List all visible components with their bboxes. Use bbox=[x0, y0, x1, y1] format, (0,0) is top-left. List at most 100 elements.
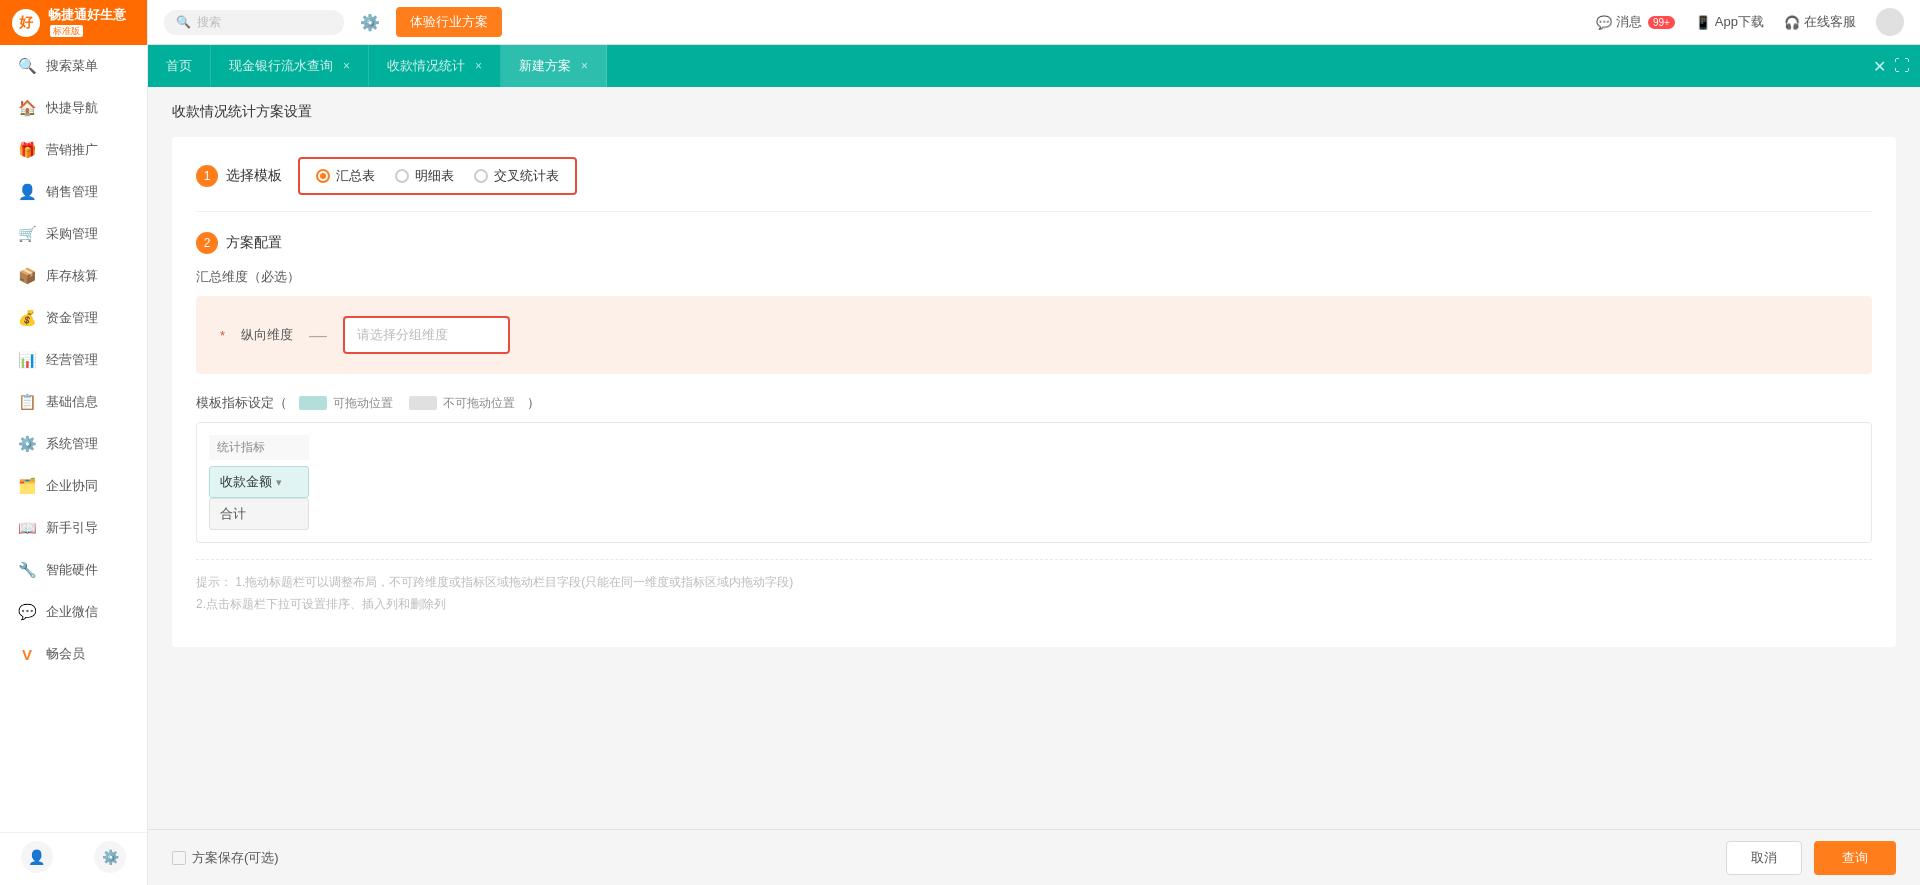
sidebar-item-label: 快捷导航 bbox=[46, 99, 98, 117]
metrics-area: 统计指标 收款金额 ▾ 合计 bbox=[196, 422, 1872, 543]
clipboard-icon: 📋 bbox=[18, 393, 36, 411]
box-icon: 📦 bbox=[18, 267, 36, 285]
metric-tag-inner: 收款金额 ▾ bbox=[220, 473, 298, 491]
search-box[interactable]: 🔍 搜索 bbox=[164, 10, 344, 35]
gift-icon: 🎁 bbox=[18, 141, 36, 159]
logo-badge: 标准版 bbox=[50, 25, 83, 37]
step2-label: 方案配置 bbox=[226, 234, 282, 252]
topbar-right: 💬 消息 99+ 📱 App下载 🎧 在线客服 bbox=[1596, 8, 1904, 36]
sidebar-item-hardware[interactable]: 🔧 智能硬件 bbox=[0, 549, 147, 591]
dim-field-label: 纵向维度 bbox=[241, 326, 293, 344]
search-icon-small: 🔍 bbox=[176, 15, 191, 29]
step1-row: 1 选择模板 汇总表 明细表 交叉统计表 bbox=[196, 157, 1872, 195]
sidebar-item-inventory[interactable]: 📦 库存核算 bbox=[0, 255, 147, 297]
legend-draggable: 可拖动位置 bbox=[299, 395, 393, 412]
tab-close-all-icon[interactable]: ✕ bbox=[1873, 57, 1886, 76]
metrics-group-label: 统计指标 bbox=[209, 435, 309, 460]
logo: 好 畅捷通好生意 标准版 bbox=[0, 0, 147, 45]
member-icon: V bbox=[18, 645, 36, 663]
radio-summary[interactable]: 汇总表 bbox=[316, 167, 375, 185]
metrics-header: 模板指标设定（ 可拖动位置 不可拖动位置 ） bbox=[196, 394, 1872, 412]
footer: 方案保存(可选) 取消 查询 bbox=[148, 829, 1920, 885]
sidebar-item-sales[interactable]: 👤 销售管理 bbox=[0, 171, 147, 213]
dimension-row: * 纵向维度 — 请选择分组维度 bbox=[220, 316, 1848, 354]
collab-icon: 🗂️ bbox=[18, 477, 36, 495]
topbar: 🔍 搜索 ⚙️ 体验行业方案 💬 消息 99+ 📱 App下载 🎧 在线客服 bbox=[148, 0, 1920, 45]
wechat-icon: 💬 bbox=[18, 603, 36, 621]
industry-btn[interactable]: 体验行业方案 bbox=[396, 7, 502, 37]
sidebar-item-label: 智能硬件 bbox=[46, 561, 98, 579]
radio-detail[interactable]: 明细表 bbox=[395, 167, 454, 185]
sidebar-item-system[interactable]: ⚙️ 系统管理 bbox=[0, 423, 147, 465]
legend-draggable-label: 可拖动位置 bbox=[333, 395, 393, 412]
sidebar-item-search[interactable]: 🔍 搜索菜单 bbox=[0, 45, 147, 87]
sidebar-item-label: 畅会员 bbox=[46, 645, 85, 663]
support-btn[interactable]: 🎧 在线客服 bbox=[1784, 13, 1856, 31]
sidebar-item-basic[interactable]: 📋 基础信息 bbox=[0, 381, 147, 423]
template-section: 汇总表 明细表 交叉统计表 bbox=[298, 157, 577, 195]
page-title: 收款情况统计方案设置 bbox=[172, 103, 1896, 121]
tab-new-plan-close[interactable]: × bbox=[581, 59, 588, 73]
bottom-icon-2[interactable]: ⚙️ bbox=[94, 841, 126, 873]
main-area: 🔍 搜索 ⚙️ 体验行业方案 💬 消息 99+ 📱 App下载 🎧 在线客服 首… bbox=[148, 0, 1920, 885]
save-checkbox[interactable] bbox=[172, 851, 186, 865]
radio-detail-dot bbox=[395, 169, 409, 183]
tab-expand-icon[interactable]: ⛶ bbox=[1894, 57, 1910, 75]
sidebar-item-wechat[interactable]: 💬 企业微信 bbox=[0, 591, 147, 633]
tab-receivables[interactable]: 收款情况统计 × bbox=[369, 45, 501, 87]
sidebar-item-business[interactable]: 📊 经营管理 bbox=[0, 339, 147, 381]
footer-save: 方案保存(可选) bbox=[172, 849, 279, 867]
template-radio-group: 汇总表 明细表 交叉统计表 bbox=[316, 167, 559, 185]
user-avatar[interactable] bbox=[1876, 8, 1904, 36]
dim-selector[interactable]: 请选择分组维度 bbox=[343, 316, 510, 354]
step2-section: 2 方案配置 汇总维度（必选） * 纵向维度 — 请选择分组维度 bbox=[196, 232, 1872, 627]
sidebar: 好 畅捷通好生意 标准版 🔍 搜索菜单 🏠 快捷导航 🎁 营销推广 👤 销售管理… bbox=[0, 0, 148, 885]
legend-nondraggable-label: 不可拖动位置 bbox=[443, 395, 515, 412]
gear-icon: ⚙️ bbox=[18, 435, 36, 453]
tab-new-plan[interactable]: 新建方案 × bbox=[501, 45, 607, 87]
tab-cashflow[interactable]: 现金银行流水查询 × bbox=[211, 45, 369, 87]
metrics-config: 模板指标设定（ 可拖动位置 不可拖动位置 ） bbox=[196, 394, 1872, 543]
sidebar-item-guide[interactable]: 📖 新手引导 bbox=[0, 507, 147, 549]
metrics-header-close: ） bbox=[527, 394, 540, 412]
sidebar-item-collab[interactable]: 🗂️ 企业协同 bbox=[0, 465, 147, 507]
bottom-icon-1[interactable]: 👤 bbox=[21, 841, 53, 873]
dimension-area: * 纵向维度 — 请选择分组维度 bbox=[196, 296, 1872, 374]
cancel-button[interactable]: 取消 bbox=[1726, 841, 1802, 875]
tab-cashflow-close[interactable]: × bbox=[343, 59, 350, 73]
metric-tag-amount[interactable]: 收款金额 ▾ bbox=[209, 466, 309, 498]
message-badge: 99+ bbox=[1648, 16, 1675, 29]
support-icon: 🎧 bbox=[1784, 15, 1800, 30]
sidebar-item-label: 营销推广 bbox=[46, 141, 98, 159]
sidebar-item-purchase[interactable]: 🛒 采购管理 bbox=[0, 213, 147, 255]
query-button[interactable]: 查询 bbox=[1814, 841, 1896, 875]
sidebar-item-nav[interactable]: 🏠 快捷导航 bbox=[0, 87, 147, 129]
metric-tag-label: 收款金额 bbox=[220, 473, 272, 491]
metric-total: 合计 bbox=[209, 498, 309, 530]
radio-crosstab[interactable]: 交叉统计表 bbox=[474, 167, 559, 185]
tab-home[interactable]: 首页 bbox=[148, 45, 211, 87]
search-text: 搜索 bbox=[197, 14, 221, 31]
settings-icon[interactable]: ⚙️ bbox=[360, 13, 380, 32]
sidebar-item-label: 资金管理 bbox=[46, 309, 98, 327]
hardware-icon: 🔧 bbox=[18, 561, 36, 579]
tips-section: 提示： 1.拖动标题栏可以调整布局，不可跨维度或指标区域拖动栏目字段(只能在同一… bbox=[196, 559, 1872, 627]
sidebar-item-member[interactable]: V 畅会员 bbox=[0, 633, 147, 675]
step1-label: 选择模板 bbox=[226, 167, 282, 185]
money-icon: 💰 bbox=[18, 309, 36, 327]
divider1 bbox=[196, 211, 1872, 212]
radio-summary-label: 汇总表 bbox=[336, 167, 375, 185]
sidebar-item-marketing[interactable]: 🎁 营销推广 bbox=[0, 129, 147, 171]
step2-row: 2 方案配置 bbox=[196, 232, 1872, 254]
tab-receivables-label: 收款情况统计 bbox=[387, 57, 465, 75]
download-btn[interactable]: 📱 App下载 bbox=[1695, 13, 1764, 31]
legend-draggable-box bbox=[299, 396, 327, 410]
sidebar-item-finance[interactable]: 💰 资金管理 bbox=[0, 297, 147, 339]
tabbar: 首页 现金银行流水查询 × 收款情况统计 × 新建方案 × ✕ ⛶ bbox=[148, 45, 1920, 87]
sidebar-item-label: 企业协同 bbox=[46, 477, 98, 495]
download-icon: 📱 bbox=[1695, 15, 1711, 30]
tab-receivables-close[interactable]: × bbox=[475, 59, 482, 73]
message-btn[interactable]: 💬 消息 99+ bbox=[1596, 13, 1675, 31]
dimension-title: 汇总维度（必选） bbox=[196, 268, 1872, 286]
tabbar-actions: ✕ ⛶ bbox=[1873, 57, 1920, 76]
